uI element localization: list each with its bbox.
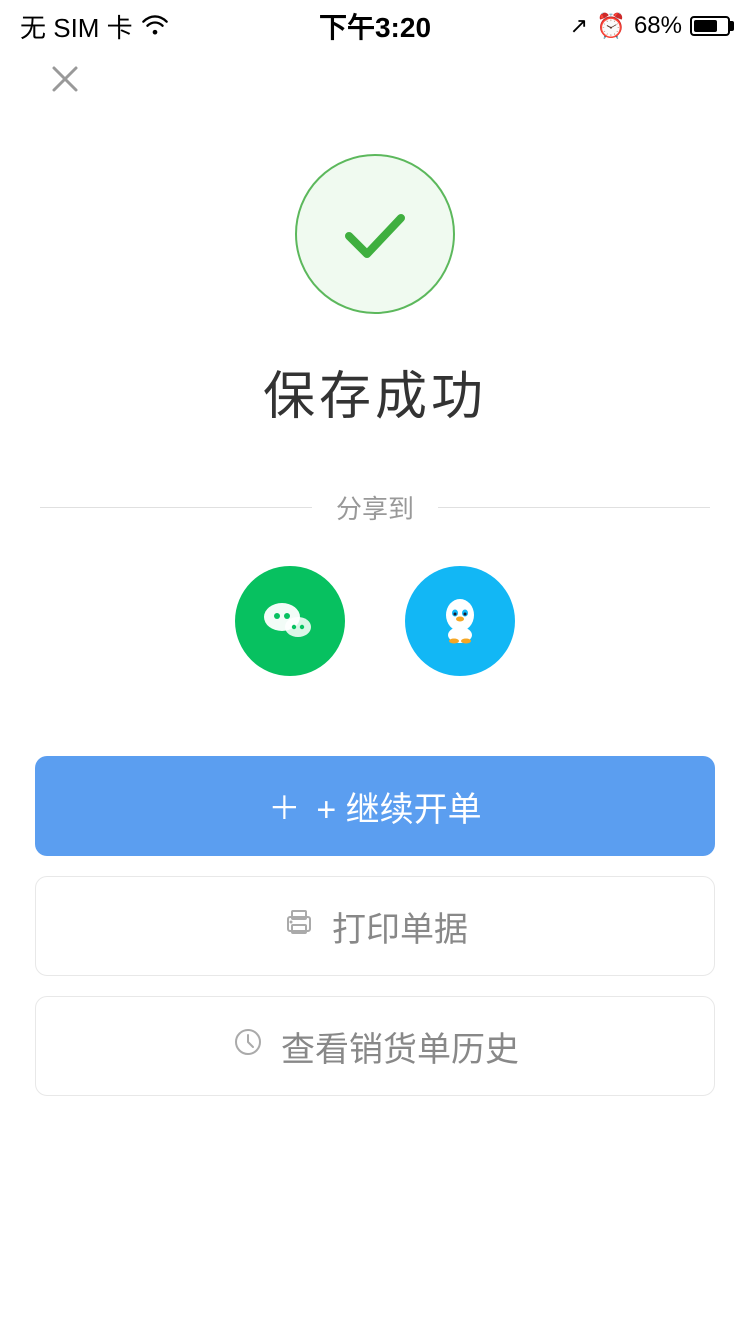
print-label: 打印单据 [332,902,468,951]
share-wechat-button[interactable] [235,566,345,676]
action-buttons: ＋ + 继续开单 打印单据 查看销货单历 [35,756,715,1096]
history-icon [231,1025,265,1067]
battery-percent: 68% [634,12,682,40]
divider-line-right [438,507,710,508]
history-label: 查看销货单历史 [281,1022,519,1071]
share-label: 分享到 [312,489,438,526]
battery-icon [690,16,730,36]
status-bar: 无 SIM 卡 下午3:20 ↗ ⏰ 68% [0,0,750,44]
success-title: 保存成功 [263,354,487,429]
wifi-icon [141,11,169,42]
continue-button[interactable]: ＋ + 继续开单 [35,756,715,856]
status-left: 无 SIM 卡 [20,8,169,45]
success-icon-circle [295,154,455,314]
print-icon [282,905,316,947]
divider-line-left [40,507,312,508]
share-qq-button[interactable] [405,566,515,676]
history-button[interactable]: 查看销货单历史 [35,996,715,1096]
alarm-icon: ⏰ [596,12,626,41]
close-button[interactable] [40,54,90,104]
no-sim-text: 无 SIM 卡 [20,8,133,45]
location-icon: ↗ [570,13,588,39]
main-content: 保存成功 分享到 [0,44,750,1096]
share-divider: 分享到 [0,489,750,526]
status-time: 下午3:20 [319,6,431,46]
status-right: ↗ ⏰ 68% [570,12,730,41]
print-button[interactable]: 打印单据 [35,876,715,976]
share-icons-row [235,566,515,676]
continue-label: + 继续开单 [316,782,481,831]
continue-icon: ＋ [268,783,300,829]
